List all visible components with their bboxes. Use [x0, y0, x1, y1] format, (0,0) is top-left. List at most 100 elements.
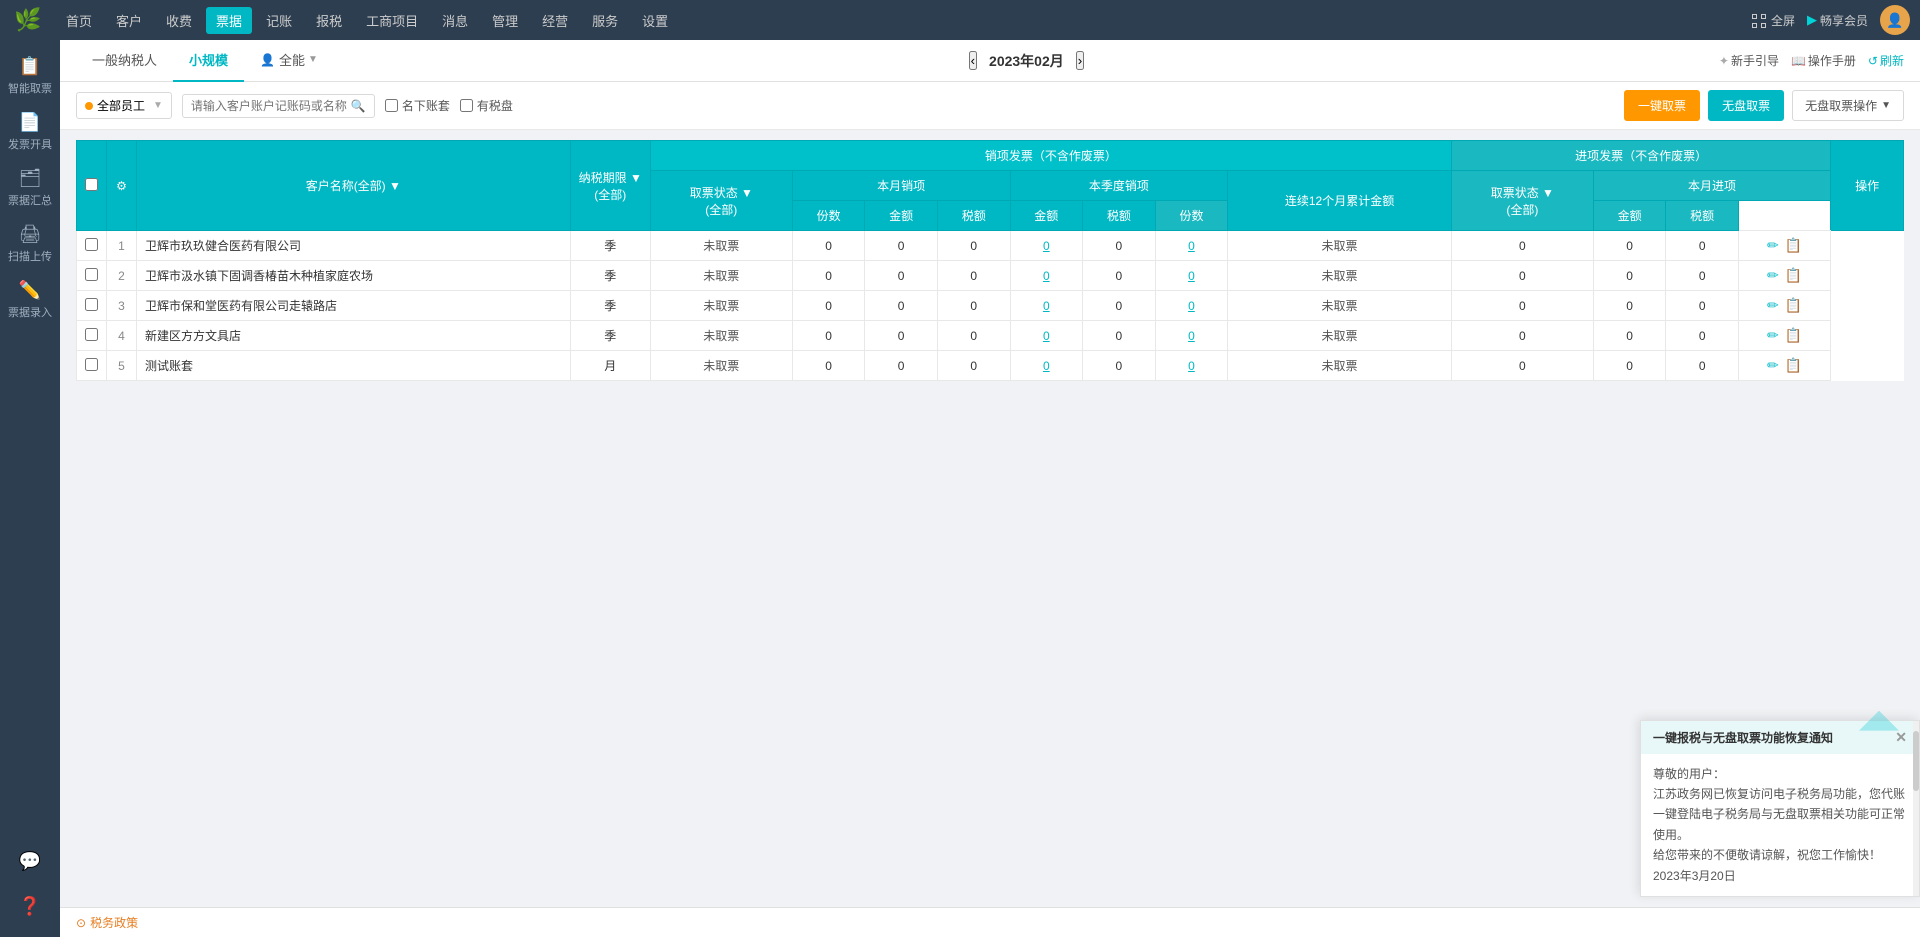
period-next-btn[interactable]: › [1076, 51, 1084, 70]
row-in-month-amount-3: 0 [1593, 321, 1666, 351]
row-detail-btn-0[interactable]: 📋 [1785, 237, 1802, 254]
sidebar-icon-2: 🗂 [19, 168, 42, 189]
nav-item-经营[interactable]: 经营 [532, 7, 578, 34]
row-checkbox-4[interactable] [85, 358, 98, 371]
nav-item-服务[interactable]: 服务 [582, 7, 628, 34]
table-row: 2 卫辉市汲水镇下固调香椿苗木种植家庭农场 季 未取票 0 0 0 0 0 0 … [77, 261, 1904, 291]
sidebar-icon-3: 🖨 [19, 224, 42, 245]
no-disk-ops-btn[interactable]: 无盘取票操作 ▼ [1792, 90, 1904, 121]
nav-item-收费[interactable]: 收费 [156, 7, 202, 34]
row-sales-quarter-amount-0: 0 [1010, 231, 1083, 261]
checkbox-name-account[interactable]: 名下账套 [385, 97, 450, 114]
row-edit-btn-0[interactable]: ✏ [1767, 237, 1779, 254]
nav-item-管理[interactable]: 管理 [482, 7, 528, 34]
checkbox-has-disk[interactable]: 有税盘 [460, 97, 513, 114]
row-sales-month-tax-4: 0 [937, 351, 1010, 381]
row-edit-btn-2[interactable]: ✏ [1767, 297, 1779, 314]
policy-label[interactable]: 税务政策 [90, 914, 138, 931]
select-all-checkbox[interactable] [85, 178, 98, 191]
sidebar-item-3[interactable]: 🖨 扫描上传 [4, 216, 56, 272]
row-checkbox-2[interactable] [85, 298, 98, 311]
notification-body: 尊敬的用户：江苏政务网已恢复访问电子税务局功能，您代账一键登陆电子税务局与无盘取… [1641, 754, 1919, 896]
row-num-3: 4 [107, 321, 137, 351]
new-guide-btn[interactable]: ✦新手引导 [1719, 52, 1779, 69]
tab-general-taxpayer[interactable]: 一般纳税人 [76, 40, 173, 82]
period-prev-btn[interactable]: ‹ [969, 51, 977, 70]
search-input-wrap: 🔍 [182, 94, 375, 118]
nav-item-记账[interactable]: 记账 [256, 7, 302, 34]
row-sales-quarter-tax-0: 0 [1083, 231, 1156, 261]
row-in-status-4: 未取票 [1228, 351, 1452, 381]
col-settings: ⚙ [107, 141, 137, 231]
row-sales-quarter-amount-1: 0 [1010, 261, 1083, 291]
row-client-name-3: 新建区方方文具店 [137, 321, 571, 351]
employee-select[interactable]: 全部员工 ▼ [76, 92, 172, 119]
sidebar-item-4[interactable]: ✏️票据录入 [4, 272, 56, 328]
col-tax-period: 纳税期限 ▼(全部) [570, 141, 650, 231]
row-edit-btn-1[interactable]: ✏ [1767, 267, 1779, 284]
row-sales-quarter-amount-3: 0 [1010, 321, 1083, 351]
row-checkbox-cell [77, 231, 107, 261]
nav-item-首页[interactable]: 首页 [56, 7, 102, 34]
row-checkbox-1[interactable] [85, 268, 98, 281]
row-checkbox-0[interactable] [85, 238, 98, 251]
fullscreen-btn[interactable]: 全屏 [1752, 12, 1795, 29]
row-sales-status-0: 未取票 [650, 231, 792, 261]
search-icon[interactable]: 🔍 [351, 99, 366, 113]
tab-all[interactable]: 👤 全能 ▼ [244, 40, 334, 82]
row-detail-btn-3[interactable]: 📋 [1785, 327, 1802, 344]
search-input[interactable] [191, 99, 351, 113]
row-detail-btn-2[interactable]: 📋 [1785, 297, 1802, 314]
toolbar: 全部员工 ▼ 🔍 名下账套 有税盘 一键取票 无盘取票 无盘取票操作 ▼ [60, 82, 1920, 130]
no-disk-btn[interactable]: 无盘取票 [1708, 90, 1784, 121]
row-checkbox-cell [77, 351, 107, 381]
row-checkbox-3[interactable] [85, 328, 98, 341]
row-num-4: 5 [107, 351, 137, 381]
notification-close-btn[interactable]: ✕ [1895, 729, 1907, 746]
row-sales-12-1: 0 [1155, 261, 1228, 291]
sidebar-item-0[interactable]: 📋智能取票 [4, 48, 56, 104]
user-avatar[interactable]: 👤 [1880, 5, 1910, 35]
row-client-name-2: 卫辉市保和堂医药有限公司走辕路店 [137, 291, 571, 321]
tab-small-scale[interactable]: 小规模 [173, 40, 244, 82]
sidebar-item-2[interactable]: 🗂票据汇总 [4, 160, 56, 216]
sidebar-label-3: 扫描上传 [8, 248, 52, 264]
checkbox-has-disk-input[interactable] [460, 99, 473, 112]
notification-title: 一键报税与无盘取票功能恢复通知 [1653, 729, 1833, 746]
row-sales-quarter-amount-2: 0 [1010, 291, 1083, 321]
nav-item-设置[interactable]: 设置 [632, 7, 678, 34]
refresh-btn[interactable]: ↺刷新 [1868, 52, 1904, 69]
sidebar-item-message[interactable]: 💬 [0, 843, 60, 880]
row-client-name-0: 卫辉市玖玖健合医药有限公司 [137, 231, 571, 261]
row-edit-btn-4[interactable]: ✏ [1767, 357, 1779, 374]
col-sales-12: 连续12个月累计金额 [1228, 171, 1452, 231]
row-in-month-amount-1: 0 [1593, 261, 1666, 291]
row-edit-btn-3[interactable]: ✏ [1767, 327, 1779, 344]
sidebar: 📋智能取票📄发票开具🗂票据汇总 🖨 扫描上传 ✏️票据录入 💬 ❓ [0, 40, 60, 937]
one-key-btn[interactable]: 一键取票 [1624, 90, 1700, 121]
nav-item-票据[interactable]: 票据 [206, 7, 252, 34]
row-in-status-2: 未取票 [1228, 291, 1452, 321]
row-detail-btn-1[interactable]: 📋 [1785, 267, 1802, 284]
help-icon: ❓ [19, 896, 41, 917]
row-sales-month-count-1: 0 [792, 261, 865, 291]
sidebar-item-1[interactable]: 📄发票开具 [4, 104, 56, 160]
nav-item-工商项目[interactable]: 工商项目 [356, 7, 428, 34]
row-detail-btn-4[interactable]: 📋 [1785, 357, 1802, 374]
row-in-month-count-1: 0 [1451, 261, 1593, 291]
row-sales-month-amount-2: 0 [865, 291, 938, 321]
nav-item-消息[interactable]: 消息 [432, 7, 478, 34]
notification-scrollbar[interactable] [1913, 721, 1919, 896]
table-body: 1 卫辉市玖玖健合医药有限公司 季 未取票 0 0 0 0 0 0 未取票 0 … [77, 231, 1904, 381]
app-logo[interactable]: 🌿 [10, 2, 46, 38]
sidebar-icon-4: ✏️ [19, 280, 41, 301]
nav-item-客户[interactable]: 客户 [106, 7, 152, 34]
checkbox-name-account-input[interactable] [385, 99, 398, 112]
manual-btn[interactable]: 📖操作手册 [1791, 52, 1856, 69]
row-sales-month-tax-2: 0 [937, 291, 1010, 321]
nav-item-报税[interactable]: 报税 [306, 7, 352, 34]
row-actions-4: ✏ 📋 [1738, 351, 1830, 381]
col-sales-month-tax: 税额 [937, 201, 1010, 231]
vip-btn[interactable]: ▶ 畅享会员 [1807, 12, 1868, 29]
sidebar-item-help[interactable]: ❓ [0, 888, 60, 925]
